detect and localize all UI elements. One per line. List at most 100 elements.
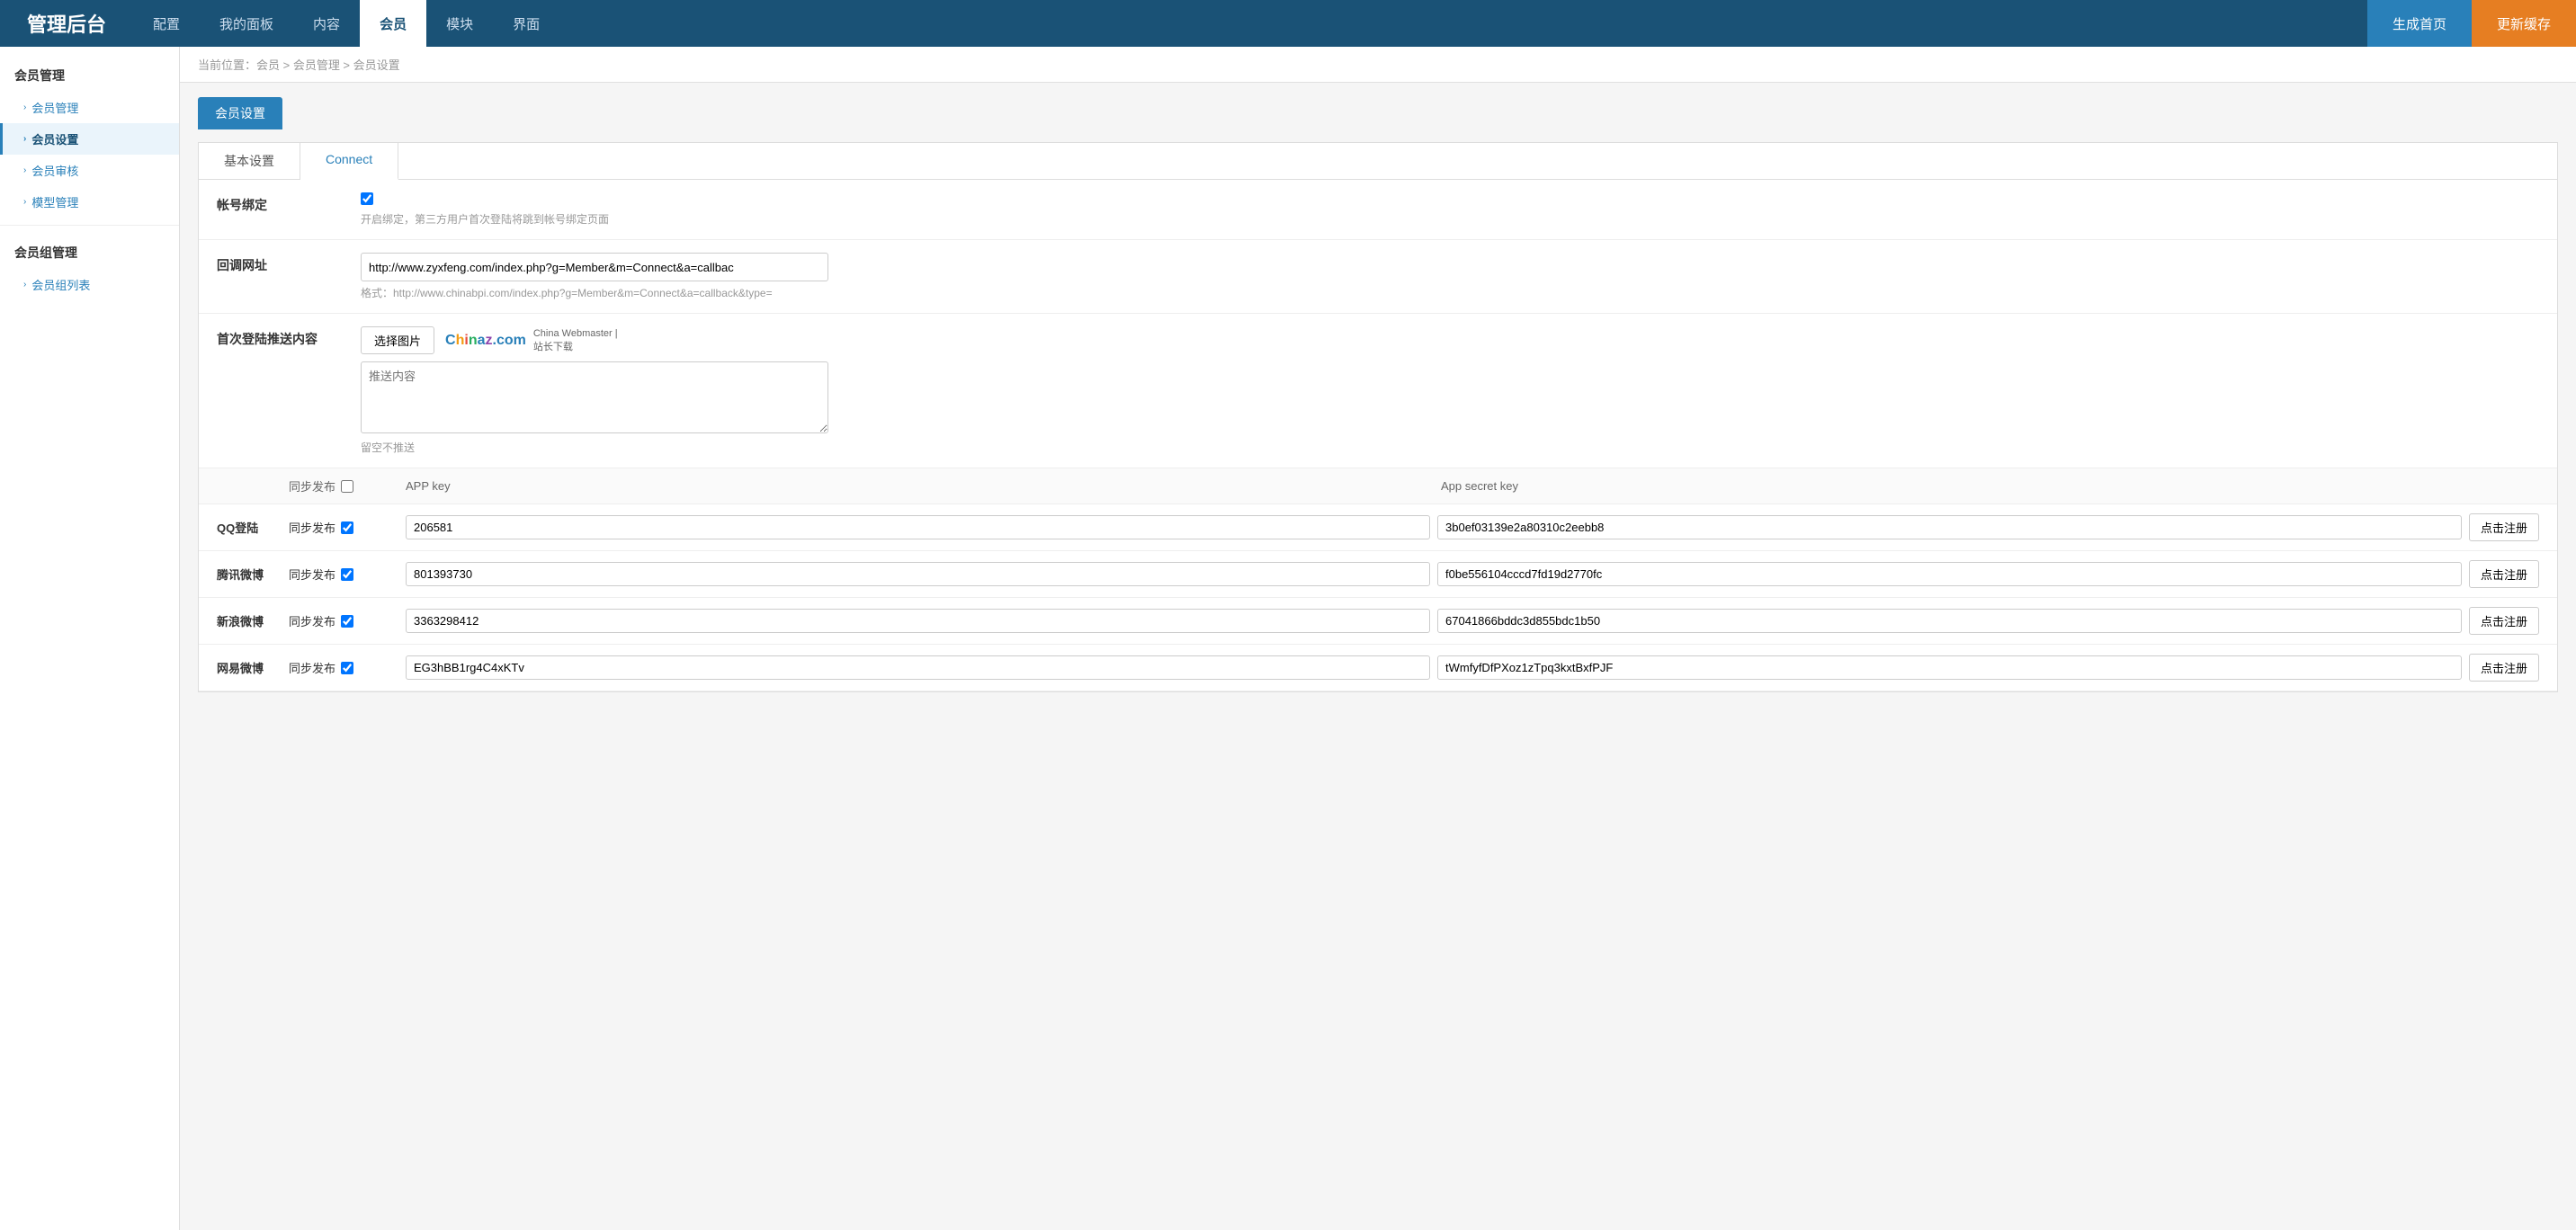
breadcrumb: 当前位置：会员 > 会员管理 > 会员设置	[180, 47, 2576, 83]
nav-item-content[interactable]: 内容	[293, 0, 360, 47]
nav-item-config[interactable]: 配置	[133, 0, 200, 47]
nav-item-dashboard[interactable]: 我的面板	[200, 0, 293, 47]
account-bind-label: 帐号绑定	[217, 192, 361, 214]
page-tab-header: 会员设置	[198, 97, 2558, 129]
page-tab-btn[interactable]: 会员设置	[198, 97, 282, 129]
tencent-sync-label: 同步发布	[289, 566, 335, 583]
tencent-register-button[interactable]: 点击注册	[2469, 560, 2539, 588]
sync-header-checkbox[interactable]	[341, 480, 353, 493]
social-row-qq: QQ登陆 同步发布 点击注册	[199, 504, 2557, 551]
tencent-secret-wrap	[1437, 562, 2462, 586]
appkey-header: APP key	[406, 479, 1434, 493]
qq-secret-wrap	[1437, 515, 2462, 539]
tencent-appkey-wrap	[406, 562, 1430, 586]
netease-sync: 同步发布	[289, 659, 406, 676]
social-header-row: 同步发布 APP key App secret key	[199, 468, 2557, 504]
logo-subtitle: China Webmaster | 站长下载	[533, 328, 618, 353]
brand-title: 管理后台	[0, 9, 133, 38]
tab-row: 基本设置 Connect	[199, 143, 2557, 180]
sync-header: 同步发布	[289, 477, 406, 495]
social-row-tencent: 腾讯微博 同步发布 点击注册	[199, 551, 2557, 598]
sina-register-button[interactable]: 点击注册	[2469, 607, 2539, 635]
push-hint: 留空不推送	[361, 440, 2539, 455]
tencent-appkey-input[interactable]	[406, 562, 1430, 586]
chevron-icon: ›	[23, 165, 26, 175]
chevron-icon: ›	[23, 102, 26, 112]
netease-appkey-wrap	[406, 655, 1430, 680]
sina-sync: 同步发布	[289, 612, 406, 629]
qq-register-button[interactable]: 点击注册	[2469, 513, 2539, 541]
sina-appkey-input[interactable]	[406, 609, 1430, 633]
chevron-icon: ›	[23, 134, 26, 144]
sidebar-item-member-audit[interactable]: › 会员审核	[0, 155, 179, 186]
form-row-callback: 回调网址 格式：http://www.chinabpi.com/index.ph…	[199, 240, 2557, 314]
callback-label: 回调网址	[217, 253, 361, 274]
sina-secret-input[interactable]	[1437, 609, 2462, 633]
right-buttons: 生成首页 更新缓存	[2367, 0, 2576, 47]
netease-appkey-input[interactable]	[406, 655, 1430, 680]
qq-appkey-input[interactable]	[406, 515, 1430, 539]
img-select-row: 选择图片 Chinaz.com China Webmaster | 站长下载	[361, 326, 2539, 354]
sina-sync-checkbox[interactable]	[341, 615, 353, 628]
sidebar-item-member-settings[interactable]: › 会员设置	[0, 123, 179, 155]
social-row-netease: 网易微博 同步发布 点击注册	[199, 645, 2557, 691]
sina-sync-label: 同步发布	[289, 612, 335, 629]
nav-item-member[interactable]: 会员	[360, 0, 426, 47]
sina-secret-wrap	[1437, 609, 2462, 633]
tab-connect[interactable]: Connect	[300, 143, 398, 180]
netease-label: 网易微博	[217, 659, 289, 676]
tencent-label: 腾讯微博	[217, 566, 289, 583]
layout: 会员管理 › 会员管理 › 会员设置 › 会员审核 › 模型管理 会员组管理 ›…	[0, 47, 2576, 1230]
refresh-button[interactable]: 更新缓存	[2472, 0, 2576, 47]
tencent-sync: 同步发布	[289, 566, 406, 583]
chevron-icon: ›	[23, 280, 26, 290]
tencent-sync-checkbox[interactable]	[341, 568, 353, 581]
netease-register-button[interactable]: 点击注册	[2469, 654, 2539, 682]
nav-item-ui[interactable]: 界面	[493, 0, 559, 47]
account-bind-content: 开启绑定，第三方用户首次登陆将跳到帐号绑定页面	[361, 192, 2539, 227]
account-bind-checkbox[interactable]	[361, 192, 373, 205]
sidebar-group-member-title: 会员管理	[0, 56, 179, 92]
chevron-icon: ›	[23, 197, 26, 207]
page-body: 会员设置 基本设置 Connect 帐号绑定	[180, 83, 2576, 707]
sina-label: 新浪微博	[217, 612, 289, 629]
form-row-account-bind: 帐号绑定 开启绑定，第三方用户首次登陆将跳到帐号绑定页面	[199, 180, 2557, 240]
sidebar: 会员管理 › 会员管理 › 会员设置 › 会员审核 › 模型管理 会员组管理 ›…	[0, 47, 180, 1230]
netease-secret-wrap	[1437, 655, 2462, 680]
sidebar-item-model-manage[interactable]: › 模型管理	[0, 186, 179, 218]
tencent-secret-input[interactable]	[1437, 562, 2462, 586]
netease-sync-checkbox[interactable]	[341, 662, 353, 674]
qq-sync-checkbox[interactable]	[341, 521, 353, 534]
main-content: 当前位置：会员 > 会员管理 > 会员设置 会员设置 基本设置 Connect	[180, 47, 2576, 1230]
form-row-first-login: 首次登陆推送内容 选择图片 Chinaz.com China Webmaster…	[199, 314, 2557, 468]
sidebar-item-membergroup-list[interactable]: › 会员组列表	[0, 269, 179, 300]
nav-item-module[interactable]: 模块	[426, 0, 493, 47]
sidebar-item-member-manage[interactable]: › 会员管理	[0, 92, 179, 123]
callback-input[interactable]	[361, 253, 828, 281]
first-login-label: 首次登陆推送内容	[217, 326, 361, 348]
logo-chinaz: Chinaz.com	[445, 333, 526, 349]
settings-panel: 基本设置 Connect 帐号绑定 开启绑定，第三方用户首次登陆将跳到帐号绑定页…	[198, 142, 2558, 692]
qq-label: QQ登陆	[217, 519, 289, 536]
first-login-content: 选择图片 Chinaz.com China Webmaster | 站长下载	[361, 326, 2539, 455]
callback-hint: 格式：http://www.chinabpi.com/index.php?g=M…	[361, 285, 2539, 300]
secret-header: App secret key	[1441, 479, 2469, 493]
netease-secret-input[interactable]	[1437, 655, 2462, 680]
top-nav: 管理后台 配置 我的面板 内容 会员 模块 界面 生成首页 更新缓存	[0, 0, 2576, 47]
push-content-textarea[interactable]	[361, 361, 828, 433]
netease-sync-label: 同步发布	[289, 659, 335, 676]
sina-appkey-wrap	[406, 609, 1430, 633]
qq-secret-input[interactable]	[1437, 515, 2462, 539]
tab-basic-settings[interactable]: 基本设置	[199, 143, 300, 179]
qq-appkey-wrap	[406, 515, 1430, 539]
select-image-button[interactable]: 选择图片	[361, 326, 434, 354]
account-bind-hint: 开启绑定，第三方用户首次登陆将跳到帐号绑定页面	[361, 211, 2539, 227]
qq-sync: 同步发布	[289, 519, 406, 536]
sidebar-divider	[0, 225, 179, 226]
nav-items: 配置 我的面板 内容 会员 模块 界面	[133, 0, 2367, 47]
social-row-sina: 新浪微博 同步发布 点击注册	[199, 598, 2557, 645]
brand-logo-area: Chinaz.com China Webmaster | 站长下载	[445, 328, 618, 353]
sidebar-group-membergroup-title: 会员组管理	[0, 233, 179, 269]
callback-content: 格式：http://www.chinabpi.com/index.php?g=M…	[361, 253, 2539, 300]
generate-button[interactable]: 生成首页	[2367, 0, 2472, 47]
